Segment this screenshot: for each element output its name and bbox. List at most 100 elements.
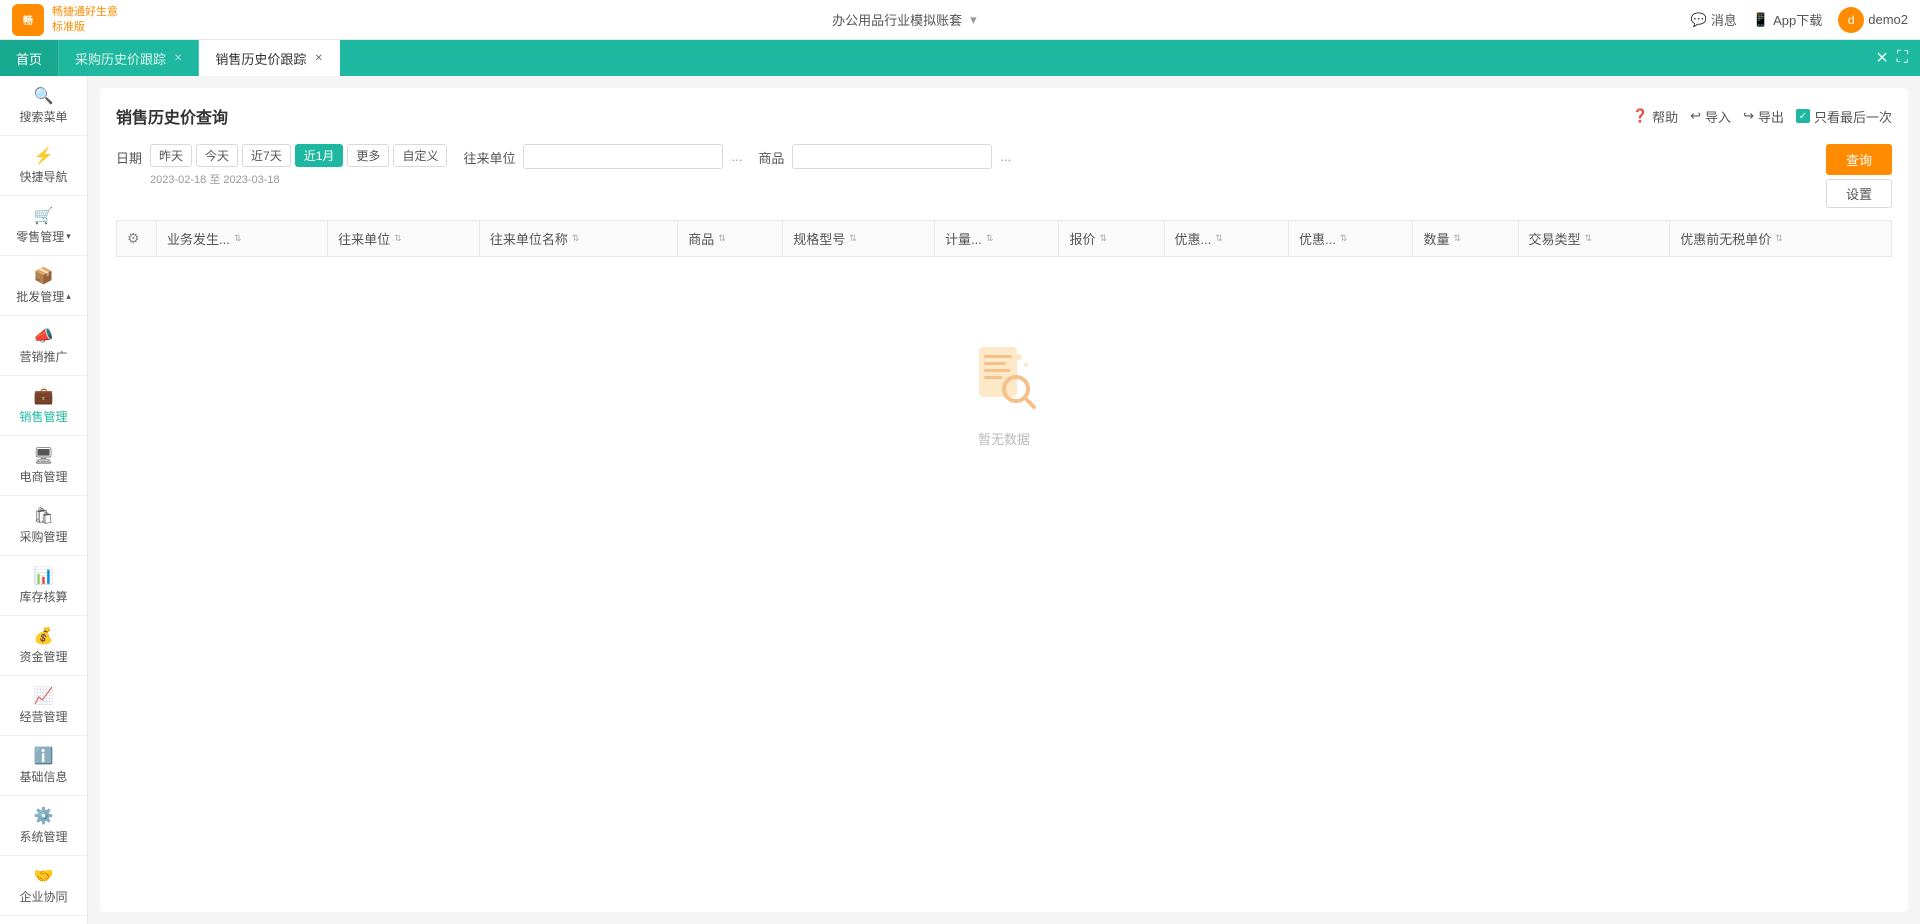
enterprise-coop-icon: 🤝 [34,866,54,886]
search-icon: 🔍 [34,86,54,106]
th-unit-name-sort-icon[interactable]: ⇅ [572,233,580,244]
date-btn-more[interactable]: 更多 [347,144,389,167]
import-icon: ↩ [1690,108,1701,124]
th-spec-sort-icon[interactable]: ⇅ [849,233,857,244]
export-btn[interactable]: ↪ 导出 [1743,107,1784,126]
date-btn-custom[interactable]: 自定义 [393,144,447,167]
ecommerce-icon: 🖥 [33,446,53,466]
th-unit-label: 计量... [945,229,982,248]
date-btn-yesterday[interactable]: 昨天 [150,144,192,167]
content-area: 销售历史价查询 ❓ 帮助 ↩ 导入 ↪ 导出 [88,76,1920,924]
date-filter-label: 日期 [116,144,142,167]
quicknav-icon: ⚡ [34,146,54,166]
tab-purchase-close-icon[interactable]: ✕ [174,53,182,64]
tab-home[interactable]: 首页 [0,40,59,76]
sidebar-item-retail[interactable]: 🛒 零售管理 ▾ [0,196,87,256]
message-icon: 💬 [1691,12,1707,28]
from-unit-dots-btn[interactable]: ... [731,149,742,164]
goods-dots-btn[interactable]: ... [1000,149,1011,164]
tab-bar: 首页 采购历史价跟踪 ✕ 销售历史价跟踪 ✕ ✕ ⛶ [0,40,1920,76]
table-header: ⚙ 业务发生... ⇅ 往来单位 [117,221,1892,257]
tab-close-all-icon[interactable]: ✕ [1875,48,1888,68]
th-discount2-sort-icon[interactable]: ⇅ [1340,233,1348,244]
th-quantity: 数量 ⇅ [1413,221,1518,257]
date-btn-1month[interactable]: 近1月 [295,144,344,167]
th-unit-name-label: 往来单位名称 [490,229,568,248]
settings-button[interactable]: 设置 [1826,179,1892,208]
tab-sales-close-icon[interactable]: ✕ [314,53,322,64]
help-btn[interactable]: ❓ 帮助 [1632,107,1678,126]
sidebar-item-sales-mgmt[interactable]: 💼 销售管理 [0,376,87,436]
th-trade-type-label: 交易类型 [1529,229,1581,248]
only-last-checkbox-label[interactable]: ✓ 只看最后一次 [1796,107,1892,126]
th-unit-name: 往来单位名称 ⇅ [479,221,677,257]
tab-purchase-history[interactable]: 采购历史价跟踪 ✕ [59,40,199,76]
th-settings: ⚙ [117,221,157,257]
from-unit-input[interactable] [523,144,723,169]
message-btn[interactable]: 💬 消息 [1691,10,1737,29]
from-unit-input-group: ... [523,144,742,169]
system-icon: ⚙️ [34,806,54,826]
goods-filter-group: 商品 ... [758,144,1011,169]
purchase-icon: 🛍 [33,506,53,526]
th-quantity-sort-icon[interactable]: ⇅ [1453,233,1461,244]
from-unit-filter-group: 往来单位 ... [463,144,742,169]
header-right: 💬 消息 📱 App下载 d demo2 [1691,7,1908,33]
th-biz-date-sort-icon[interactable]: ⇅ [234,233,242,244]
tab-home-label: 首页 [16,49,42,68]
only-last-checkbox[interactable]: ✓ [1796,109,1810,123]
sidebar-item-operations[interactable]: 📈 经营管理 [0,676,87,736]
empty-state-icon [964,337,1044,417]
sidebar-item-new-guide[interactable]: 🆕 新手引导 [0,916,87,924]
th-unit-code-sort-icon[interactable]: ⇅ [394,233,402,244]
th-biz-date-label: 业务发生... [167,229,230,248]
sidebar-item-wholesale[interactable]: 📦 批发管理 ▴ [0,256,87,316]
marketing-icon: 📣 [34,326,54,346]
import-btn[interactable]: ↩ 导入 [1690,107,1731,126]
sidebar-item-basic-info[interactable]: ℹ️ 基础信息 [0,736,87,796]
tab-purchase-history-label: 采购历史价跟踪 [75,49,166,68]
table-settings-gear-icon[interactable]: ⚙ [127,230,140,246]
th-price: 报价 ⇅ [1059,221,1164,257]
sidebar-item-purchase[interactable]: 🛍 采购管理 [0,496,87,556]
th-trade-type: 交易类型 ⇅ [1518,221,1670,257]
empty-state: 暂无数据 [116,257,1892,528]
date-filter-group: 日期 昨天 今天 近7天 近1月 更多 自定义 2023-02-18 至 202… [116,144,447,187]
date-range-text: 2023-02-18 至 2023-03-18 [150,171,447,187]
header-center: 办公用品行业模拟账套 ▾ [832,10,977,29]
th-discount1-sort-icon[interactable]: ⇅ [1215,233,1223,244]
date-btn-today[interactable]: 今天 [196,144,238,167]
page-actions: ❓ 帮助 ↩ 导入 ↪ 导出 ✓ 只看最后一次 [1632,107,1892,126]
sidebar-item-finance[interactable]: 💰 资金管理 [0,616,87,676]
user-menu[interactable]: d demo2 [1838,7,1908,33]
th-goods: 商品 ⇅ [678,221,783,257]
th-goods-sort-icon[interactable]: ⇅ [718,233,726,244]
sidebar-item-ecommerce[interactable]: 🖥 电商管理 [0,436,87,496]
th-unit-sort-icon[interactable]: ⇅ [986,233,994,244]
sidebar-item-search[interactable]: 🔍 搜索菜单 [0,76,87,136]
th-goods-label: 商品 [688,229,714,248]
goods-input[interactable] [792,144,992,169]
sidebar-item-enterprise-coop[interactable]: 🤝 企业协同 [0,856,87,916]
tab-sales-history[interactable]: 销售历史价跟踪 ✕ [199,40,339,76]
table-header-row: ⚙ 业务发生... ⇅ 往来单位 [117,221,1892,257]
sidebar-item-inventory[interactable]: 📊 库存核算 [0,556,87,616]
th-biz-date: 业务发生... ⇅ [157,221,328,257]
th-price-sort-icon[interactable]: ⇅ [1099,233,1107,244]
th-quantity-label: 数量 [1423,229,1449,248]
app-download-btn[interactable]: 📱 App下载 [1753,10,1822,29]
th-pretax-price-sort-icon[interactable]: ⇅ [1775,233,1783,244]
date-btn-row: 昨天 今天 近7天 近1月 更多 自定义 [150,144,447,167]
th-discount1: 优惠... ⇅ [1164,221,1288,257]
sidebar-item-system[interactable]: ⚙️ 系统管理 [0,796,87,856]
empty-text: 暂无数据 [978,429,1030,448]
th-trade-type-sort-icon[interactable]: ⇅ [1585,233,1593,244]
date-btn-7days[interactable]: 近7天 [242,144,291,167]
page-content: 销售历史价查询 ❓ 帮助 ↩ 导入 ↪ 导出 [88,76,1920,924]
dropdown-arrow-icon[interactable]: ▾ [970,12,977,28]
goods-input-group: ... [792,144,1011,169]
tab-fullscreen-icon[interactable]: ⛶ [1897,49,1908,67]
sidebar-item-quick-nav[interactable]: ⚡ 快捷导航 [0,136,87,196]
sidebar-item-marketing[interactable]: 📣 营销推广 [0,316,87,376]
query-button[interactable]: 查询 [1826,144,1892,175]
